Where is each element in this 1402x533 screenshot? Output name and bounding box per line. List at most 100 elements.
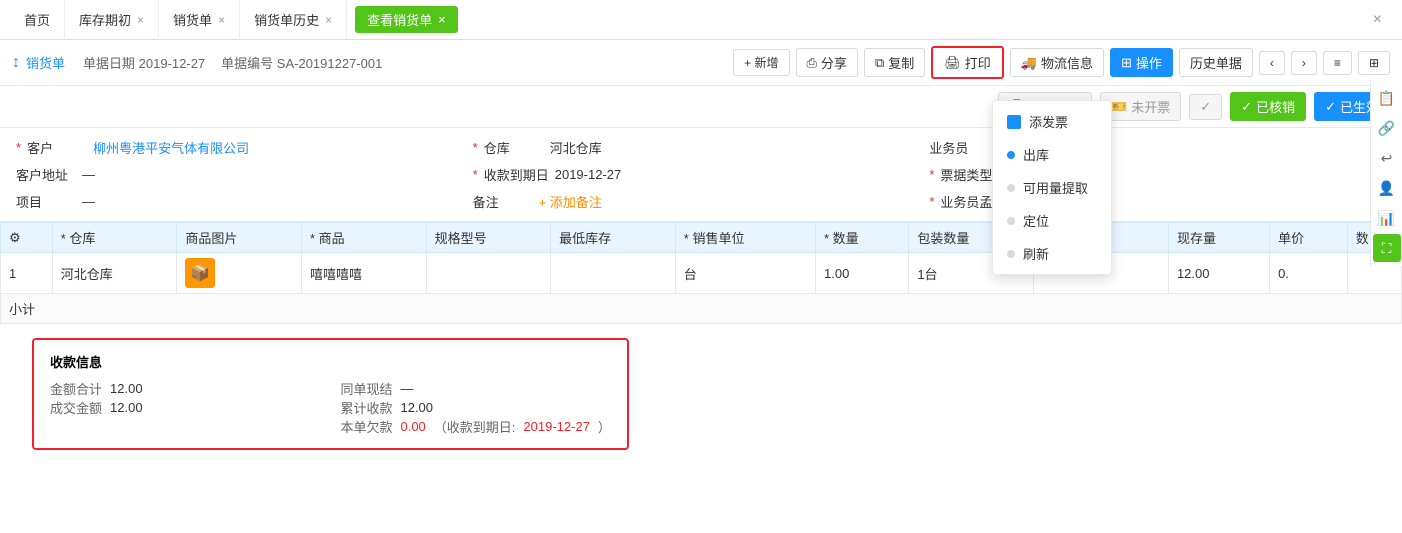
product-image: 📦	[185, 258, 215, 288]
col-min-stock: 最低库存	[551, 223, 676, 253]
sidebar-icon-doc[interactable]: 📋	[1373, 84, 1401, 112]
col-qty: * 数量	[816, 223, 909, 253]
payment-info-right: 同单现结 — 累计收款 12.00 本单欠款 0.00 （收款到期日: 2019…	[340, 379, 610, 436]
add-remark-button[interactable]: + 添加备注	[539, 192, 602, 211]
toolbar-actions: + 新增 ⎙ 分享 ⧉ 复制 🖨 打印 🚚 物流信息	[733, 46, 1390, 79]
col-unit: * 销售单位	[675, 223, 815, 253]
cell-warehouse: 河北仓库	[52, 253, 177, 294]
tab-sales-history[interactable]: 销货单历史 ×	[240, 0, 347, 40]
dropdown-outbound[interactable]: 出库	[993, 138, 1111, 171]
sidebar-icon-back[interactable]: ↩	[1373, 144, 1401, 172]
print-highlight-box: 🖨 打印	[931, 46, 1004, 79]
quantity-pick-icon	[1007, 184, 1015, 192]
doc-type: ↕ 销货单	[12, 53, 65, 72]
tab-sales-order[interactable]: 销货单 ×	[159, 0, 240, 40]
table-header-row: ⚙ * 仓库 商品图片 * 商品 规格型号 最低库存 * 销售单位 * 数量 包…	[1, 223, 1402, 253]
new-button[interactable]: + 新增	[733, 49, 789, 76]
already-cancelled-button[interactable]: ✓ 已核销	[1230, 92, 1306, 121]
col-price: 单价	[1270, 223, 1348, 253]
check-button[interactable]: ✓	[1189, 94, 1222, 120]
effect-icon: ✓	[1325, 99, 1336, 115]
share-icon: ⎙	[807, 55, 817, 71]
print-button[interactable]: 🖨 打印	[934, 49, 1001, 76]
dropdown-quantity-pick[interactable]: 可用量提取	[993, 171, 1111, 204]
operations-button[interactable]: ⊞ 操作	[1110, 48, 1173, 77]
close-tab-inventory[interactable]: ×	[137, 13, 144, 27]
sidebar-icon-chart[interactable]: 📊	[1373, 204, 1401, 232]
cell-index: 1	[1, 253, 53, 294]
ticket-icon: 🎫	[1111, 99, 1127, 115]
view-grid-button[interactable]: ⊞	[1358, 51, 1390, 75]
single-settle-row: 同单现结 —	[340, 379, 610, 398]
status-bar: 📱 来自手机 🎫 未开票 ✓ ✓ 已核销 ✓ 已生效	[0, 86, 1402, 128]
truck-icon: 🚚	[1021, 55, 1037, 71]
copy-icon: ⧉	[875, 55, 884, 71]
close-tab-sales[interactable]: ×	[218, 13, 225, 27]
close-tab-history[interactable]: ×	[325, 13, 332, 27]
cell-product: 嘻嘻嘻嘻	[301, 253, 426, 294]
outbound-icon	[1007, 151, 1015, 159]
sidebar-icon-link[interactable]: 🔗	[1373, 114, 1401, 142]
dropdown-refresh[interactable]: 刷新	[993, 237, 1111, 270]
payment-info-title: 收款信息	[50, 352, 611, 371]
close-window-button[interactable]: ×	[1363, 11, 1392, 29]
cell-price: 0.	[1270, 253, 1348, 294]
col-stock: 现存量	[1168, 223, 1269, 253]
tab-home[interactable]: 首页	[10, 0, 65, 40]
check-icon: ✓	[1200, 99, 1211, 115]
sidebar-icon-expand[interactable]: ⛶	[1373, 234, 1401, 262]
nav-prev-button[interactable]: ‹	[1259, 51, 1285, 75]
sidebar-icon-user[interactable]: 👤	[1373, 174, 1401, 202]
field-warehouse: * 仓库 河北仓库	[473, 138, 930, 157]
logistics-button[interactable]: 🚚 物流信息	[1010, 48, 1104, 77]
cell-qty: 1.00	[816, 253, 909, 294]
col-settings[interactable]: ⚙	[1, 223, 53, 253]
subtotal-cell: 小计	[1, 294, 1402, 324]
add-invoice-icon	[1007, 115, 1021, 129]
view-list-button[interactable]: ≡	[1323, 51, 1352, 75]
data-table: ⚙ * 仓库 商品图片 * 商品 规格型号 最低库存 * 销售单位 * 数量 包…	[0, 222, 1402, 324]
locate-icon	[1007, 217, 1015, 225]
current-owed-row: 本单欠款 0.00 （收款到期日: 2019-12-27 ）	[340, 417, 610, 436]
payment-info-grid: 金额合计 12.00 成交金额 12.00 同单现结 —	[50, 379, 611, 436]
tab-view-sales[interactable]: 查看销货单 ×	[355, 6, 458, 33]
data-table-container: ⚙ * 仓库 商品图片 * 商品 规格型号 最低库存 * 销售单位 * 数量 包…	[0, 221, 1402, 324]
print-icon: 🖨	[944, 55, 961, 71]
cumulative-row: 累计收款 12.00	[340, 398, 610, 417]
cell-stock: 12.00	[1168, 253, 1269, 294]
copy-button[interactable]: ⧉ 复制	[864, 48, 925, 77]
cancelled-icon: ✓	[1241, 99, 1252, 115]
table-row: 1 河北仓库 📦 嘻嘻嘻嘻 台 1.00 1台 12.00 0.	[1, 253, 1402, 294]
history-button[interactable]: 历史单据	[1179, 48, 1253, 77]
field-customer: * 客户 柳州粤港平安气体有限公司	[16, 138, 473, 157]
col-product: * 商品	[301, 223, 426, 253]
field-payment-date: * 收款到期日 2019-12-27	[473, 165, 930, 184]
share-button[interactable]: ⎙ 分享	[796, 48, 858, 77]
right-sidebar: 📋 🔗 ↩ 👤 📊 ⛶	[1370, 80, 1402, 266]
col-image: 商品图片	[177, 223, 302, 253]
payment-info-box: 收款信息 金额合计 12.00 成交金额 12.00	[32, 338, 629, 450]
operations-dropdown: 添发票 出库 可用量提取 定位 刷新	[992, 100, 1112, 275]
field-address: 客户地址 —	[16, 165, 473, 184]
close-tab-view[interactable]: ×	[438, 12, 446, 27]
payment-info-left: 金额合计 12.00 成交金额 12.00	[50, 379, 320, 436]
total-amount-row: 金额合计 12.00	[50, 379, 320, 398]
nav-next-button[interactable]: ›	[1291, 51, 1317, 75]
refresh-icon	[1007, 250, 1015, 258]
transaction-row: 成交金额 12.00	[50, 398, 320, 417]
col-warehouse: * 仓库	[52, 223, 177, 253]
tab-bar: 首页 库存期初 × 销货单 × 销货单历史 × 查看销货单 × ×	[0, 0, 1402, 40]
col-spec: 规格型号	[426, 223, 551, 253]
toolbar: ↕ 销货单 单据日期 2019-12-27 单据编号 SA-20191227-0…	[0, 40, 1402, 86]
dropdown-add-invoice[interactable]: 添发票	[993, 105, 1111, 138]
doc-meta: 单据日期 2019-12-27 单据编号 SA-20191227-001	[83, 53, 382, 72]
cell-image: 📦	[177, 253, 302, 294]
cell-unit: 台	[675, 253, 815, 294]
grid-icon: ⊞	[1121, 55, 1132, 71]
field-remark: 备注 + 添加备注	[473, 192, 930, 211]
not-open-button[interactable]: 🎫 未开票	[1100, 92, 1181, 121]
form-section: * 客户 柳州粤港平安气体有限公司 * 仓库 河北仓库 业务员 演示账号 客户地…	[0, 128, 1402, 221]
dropdown-locate[interactable]: 定位	[993, 204, 1111, 237]
cell-spec	[426, 253, 551, 294]
tab-inventory-init[interactable]: 库存期初 ×	[65, 0, 159, 40]
